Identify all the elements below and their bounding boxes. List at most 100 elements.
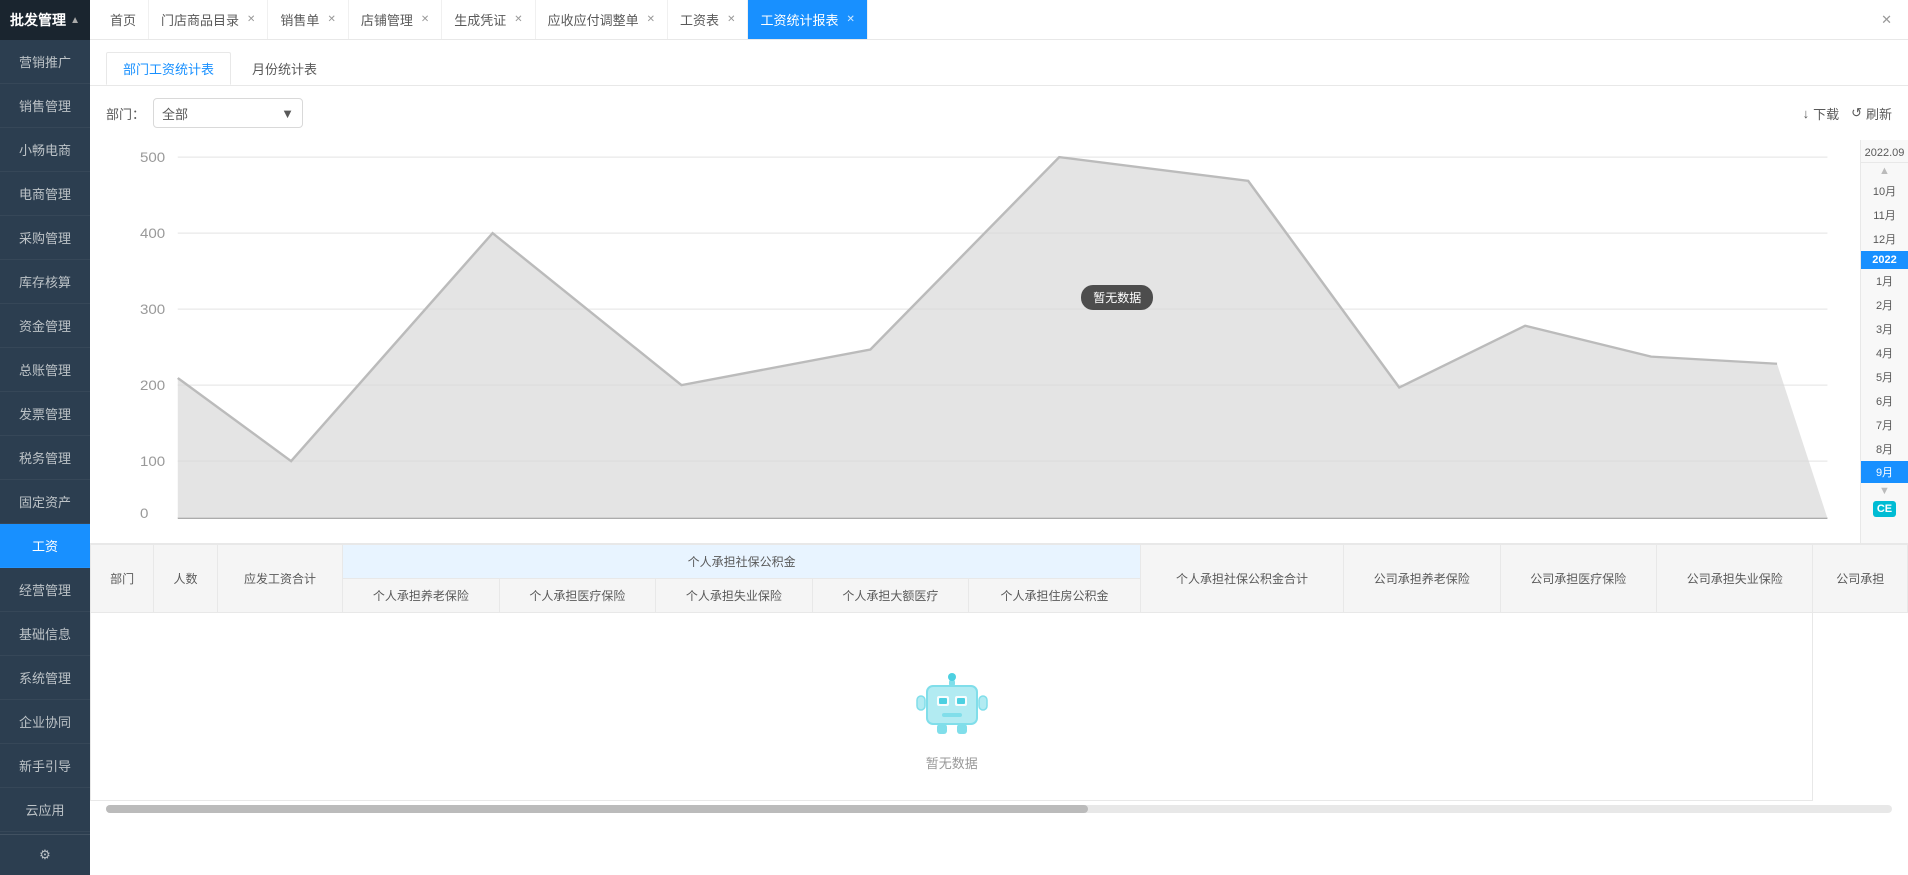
- sidebar-item-purchase[interactable]: 采购管理: [0, 216, 90, 260]
- sidebar-item-label: 基础信息: [19, 627, 71, 642]
- sidebar-item-label: 云应用: [25, 803, 64, 818]
- table-scrollbar[interactable]: [106, 805, 1892, 813]
- empty-state-row: 暂无数据: [91, 613, 1813, 801]
- download-icon: ↓: [1803, 106, 1810, 121]
- chart-section: 500 400 300 200 100 0: [90, 140, 1908, 543]
- sidebar: 批发管理 ▲ 营销推广 销售管理 小畅电商 电商管理 采购管理 库存核算 资金管…: [0, 0, 90, 875]
- sidebar-item-label: 采购管理: [19, 231, 71, 246]
- col-personal-unemployment: 个人承担失业保险: [656, 579, 812, 613]
- sidebar-item-ledger[interactable]: 总账管理: [0, 348, 90, 392]
- sidebar-item-system[interactable]: 系统管理: [0, 656, 90, 700]
- sidebar-item-sales[interactable]: 销售管理: [0, 84, 90, 128]
- tab-close-icon[interactable]: ✕: [247, 15, 255, 25]
- col-total: 应发工资合计: [217, 545, 342, 613]
- sub-tab-month[interactable]: 月份统计表: [235, 52, 334, 85]
- table-area: 部门 人数 应发工资合计 个人承担社保公积金 个人承担社保公积金合计 公司承担养…: [90, 543, 1908, 875]
- sidebar-item-label: 企业协同: [19, 715, 71, 730]
- col-company-medical: 公司承担医疗保险: [1500, 545, 1656, 613]
- sidebar-item-ecom-small[interactable]: 小畅电商: [0, 128, 90, 172]
- col-company-other: 公司承担: [1813, 545, 1908, 613]
- empty-text: 暂无数据: [926, 753, 978, 772]
- timeline-sidebar: 2022.09 ▲ 10月 11月 12月 2022 1月 2月 3月 4月 5…: [1860, 140, 1908, 543]
- sidebar-item-label: 小畅电商: [19, 143, 71, 158]
- sidebar-item-label: 销售管理: [19, 99, 71, 114]
- sidebar-item-label: 固定资产: [19, 495, 71, 510]
- dept-select[interactable]: 全部 ▼: [153, 98, 303, 128]
- tab-store-mgmt[interactable]: 店铺管理 ✕: [349, 0, 442, 39]
- chart-container: 500 400 300 200 100 0: [90, 140, 1860, 543]
- timeline-sep-active[interactable]: 9月: [1861, 461, 1908, 483]
- tab-close-icon[interactable]: ✕: [514, 15, 522, 25]
- sidebar-settings[interactable]: ⚙: [0, 834, 90, 875]
- tab-payroll[interactable]: 工资表 ✕: [668, 0, 748, 39]
- sidebar-item-label: 系统管理: [19, 671, 71, 686]
- col-personal-medical: 个人承担医疗保险: [499, 579, 655, 613]
- sidebar-item-label: 税务管理: [19, 451, 71, 466]
- sidebar-item-finance[interactable]: 资金管理: [0, 304, 90, 348]
- download-button[interactable]: ↓ 下载: [1803, 104, 1840, 123]
- tab-home[interactable]: 首页: [98, 0, 149, 39]
- tab-close-icon[interactable]: ✕: [647, 15, 655, 25]
- svg-text:300: 300: [140, 302, 165, 318]
- empty-icon: [912, 661, 992, 741]
- svg-text:500: 500: [140, 150, 165, 166]
- col-personal-housing: 个人承担住房公积金: [969, 579, 1141, 613]
- timeline-jul[interactable]: 7月: [1861, 413, 1908, 437]
- tab-payroll-report[interactable]: 工资统计报表 ✕: [748, 0, 867, 39]
- timeline-feb[interactable]: 2月: [1861, 293, 1908, 317]
- col-personal-total: 个人承担社保公积金合计: [1141, 545, 1344, 613]
- tab-bar: 首页 门店商品目录 ✕ 销售单 ✕ 店铺管理 ✕ 生成凭证 ✕ 应收应付调整单 …: [90, 0, 1908, 40]
- timeline-oct[interactable]: 10月: [1861, 179, 1908, 203]
- tab-store-catalog[interactable]: 门店商品目录 ✕: [149, 0, 268, 39]
- table-scroll-thumb[interactable]: [106, 805, 1088, 813]
- timeline-date-label: 2022.09: [1861, 144, 1908, 163]
- timeline-dec[interactable]: 12月: [1861, 227, 1908, 251]
- refresh-icon: ↺: [1851, 105, 1862, 121]
- timeline-mar[interactable]: 3月: [1861, 317, 1908, 341]
- timeline-jan[interactable]: 1月: [1861, 269, 1908, 293]
- sidebar-item-payroll[interactable]: 工资: [0, 524, 90, 568]
- tab-close-icon[interactable]: ✕: [727, 15, 735, 25]
- sub-tab-dept[interactable]: 部门工资统计表: [106, 52, 231, 85]
- sidebar-nav: 营销推广 销售管理 小畅电商 电商管理 采购管理 库存核算 资金管理 总账管理 …: [0, 40, 90, 834]
- tab-close-icon[interactable]: ✕: [327, 15, 335, 25]
- sidebar-item-inventory[interactable]: 库存核算: [0, 260, 90, 304]
- sidebar-item-label: 发票管理: [19, 407, 71, 422]
- timeline-arrow-up[interactable]: ▲: [1879, 163, 1890, 179]
- sidebar-item-tax[interactable]: 税务管理: [0, 436, 90, 480]
- timeline-may[interactable]: 5月: [1861, 365, 1908, 389]
- svg-text:400: 400: [140, 226, 165, 242]
- tab-voucher[interactable]: 生成凭证 ✕: [442, 0, 535, 39]
- tab-sales-order[interactable]: 销售单 ✕: [268, 0, 348, 39]
- sidebar-item-marketing[interactable]: 营销推广: [0, 40, 90, 84]
- sidebar-collapse-icon[interactable]: ▲: [70, 15, 80, 26]
- svg-text:200: 200: [140, 378, 165, 394]
- main-area: 首页 门店商品目录 ✕ 销售单 ✕ 店铺管理 ✕ 生成凭证 ✕ 应收应付调整单 …: [90, 0, 1908, 875]
- tab-adjustment[interactable]: 应收应付调整单 ✕: [536, 0, 668, 39]
- col-company-pension: 公司承担养老保险: [1344, 545, 1500, 613]
- sidebar-item-label: 总账管理: [19, 363, 71, 378]
- tab-close-icon[interactable]: ✕: [421, 15, 429, 25]
- timeline-aug[interactable]: 8月: [1861, 437, 1908, 461]
- page-content: 部门工资统计表 月份统计表 部门： 全部 ▼ ↓ 下载 ↺: [90, 40, 1908, 875]
- sidebar-item-invoice[interactable]: 发票管理: [0, 392, 90, 436]
- tab-bar-close-button[interactable]: ✕: [1873, 12, 1900, 28]
- timeline-nov[interactable]: 11月: [1861, 203, 1908, 227]
- sidebar-item-ecom[interactable]: 电商管理: [0, 172, 90, 216]
- sidebar-item-basic[interactable]: 基础信息: [0, 612, 90, 656]
- refresh-button[interactable]: ↺ 刷新: [1851, 104, 1892, 123]
- sidebar-item-guide[interactable]: 新手引导: [0, 744, 90, 788]
- timeline-year-2022[interactable]: 2022: [1861, 251, 1908, 269]
- tab-close-icon[interactable]: ✕: [846, 15, 854, 25]
- timeline-arrow-down[interactable]: ▼: [1879, 483, 1890, 499]
- sidebar-item-collab[interactable]: 企业协同: [0, 700, 90, 744]
- dept-select-value: 全部: [162, 104, 188, 123]
- sidebar-item-cloud[interactable]: 云应用: [0, 788, 90, 832]
- timeline-apr[interactable]: 4月: [1861, 341, 1908, 365]
- sidebar-item-operation[interactable]: 经营管理: [0, 568, 90, 612]
- col-group-personal: 个人承担社保公积金: [343, 545, 1141, 579]
- sidebar-item-assets[interactable]: 固定资产: [0, 480, 90, 524]
- chart-tooltip: 暂无数据: [1081, 285, 1153, 310]
- timeline-jun[interactable]: 6月: [1861, 389, 1908, 413]
- line-chart: 500 400 300 200 100 0: [140, 150, 1840, 530]
